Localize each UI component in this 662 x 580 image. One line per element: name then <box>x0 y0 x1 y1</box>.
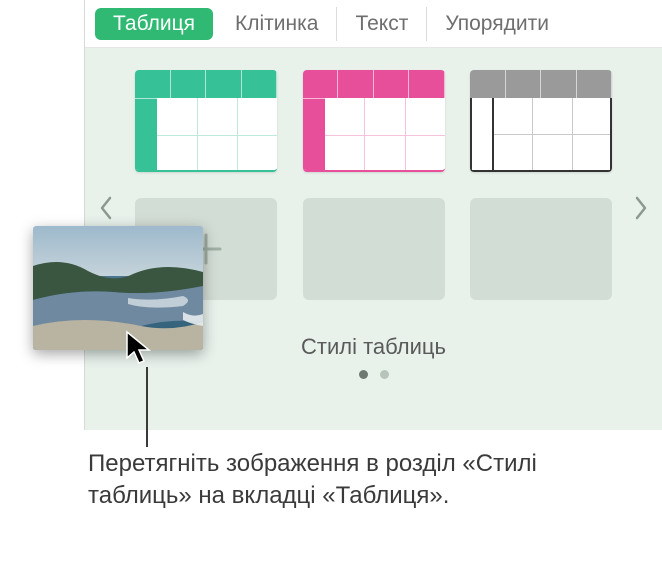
empty-style-slot[interactable] <box>303 198 445 300</box>
tab-arrange[interactable]: Упорядити <box>427 7 567 41</box>
styles-prev-button[interactable] <box>91 188 121 228</box>
chevron-left-icon <box>99 196 113 220</box>
styles-next-button[interactable] <box>626 188 656 228</box>
arrow-cursor-icon <box>125 330 153 366</box>
chevron-right-icon <box>634 196 648 220</box>
styles-pager <box>85 370 662 379</box>
tab-cell[interactable]: Клітинка <box>217 7 337 41</box>
callout-leader-line <box>146 367 148 447</box>
tab-text[interactable]: Текст <box>337 7 427 41</box>
empty-style-slot[interactable] <box>470 198 612 300</box>
dragged-image-thumbnail[interactable] <box>33 226 203 350</box>
inspector-panel-container: Таблиця Клітинка Текст Упорядити <box>0 0 662 430</box>
table-style-teal[interactable] <box>135 70 277 172</box>
inspector-tab-bar: Таблиця Клітинка Текст Упорядити <box>85 0 662 48</box>
mouse-cursor <box>125 330 153 371</box>
tab-table[interactable]: Таблиця <box>95 8 213 40</box>
pager-dot[interactable] <box>359 370 368 379</box>
table-style-grey[interactable] <box>470 70 612 172</box>
coastal-photo-icon <box>33 226 203 350</box>
pager-dot[interactable] <box>380 370 389 379</box>
table-style-pink[interactable] <box>303 70 445 172</box>
left-gutter <box>0 0 85 430</box>
table-styles-grid <box>135 70 612 300</box>
callout-text: Перетягніть зображення в розділ «Стилі т… <box>88 448 558 513</box>
